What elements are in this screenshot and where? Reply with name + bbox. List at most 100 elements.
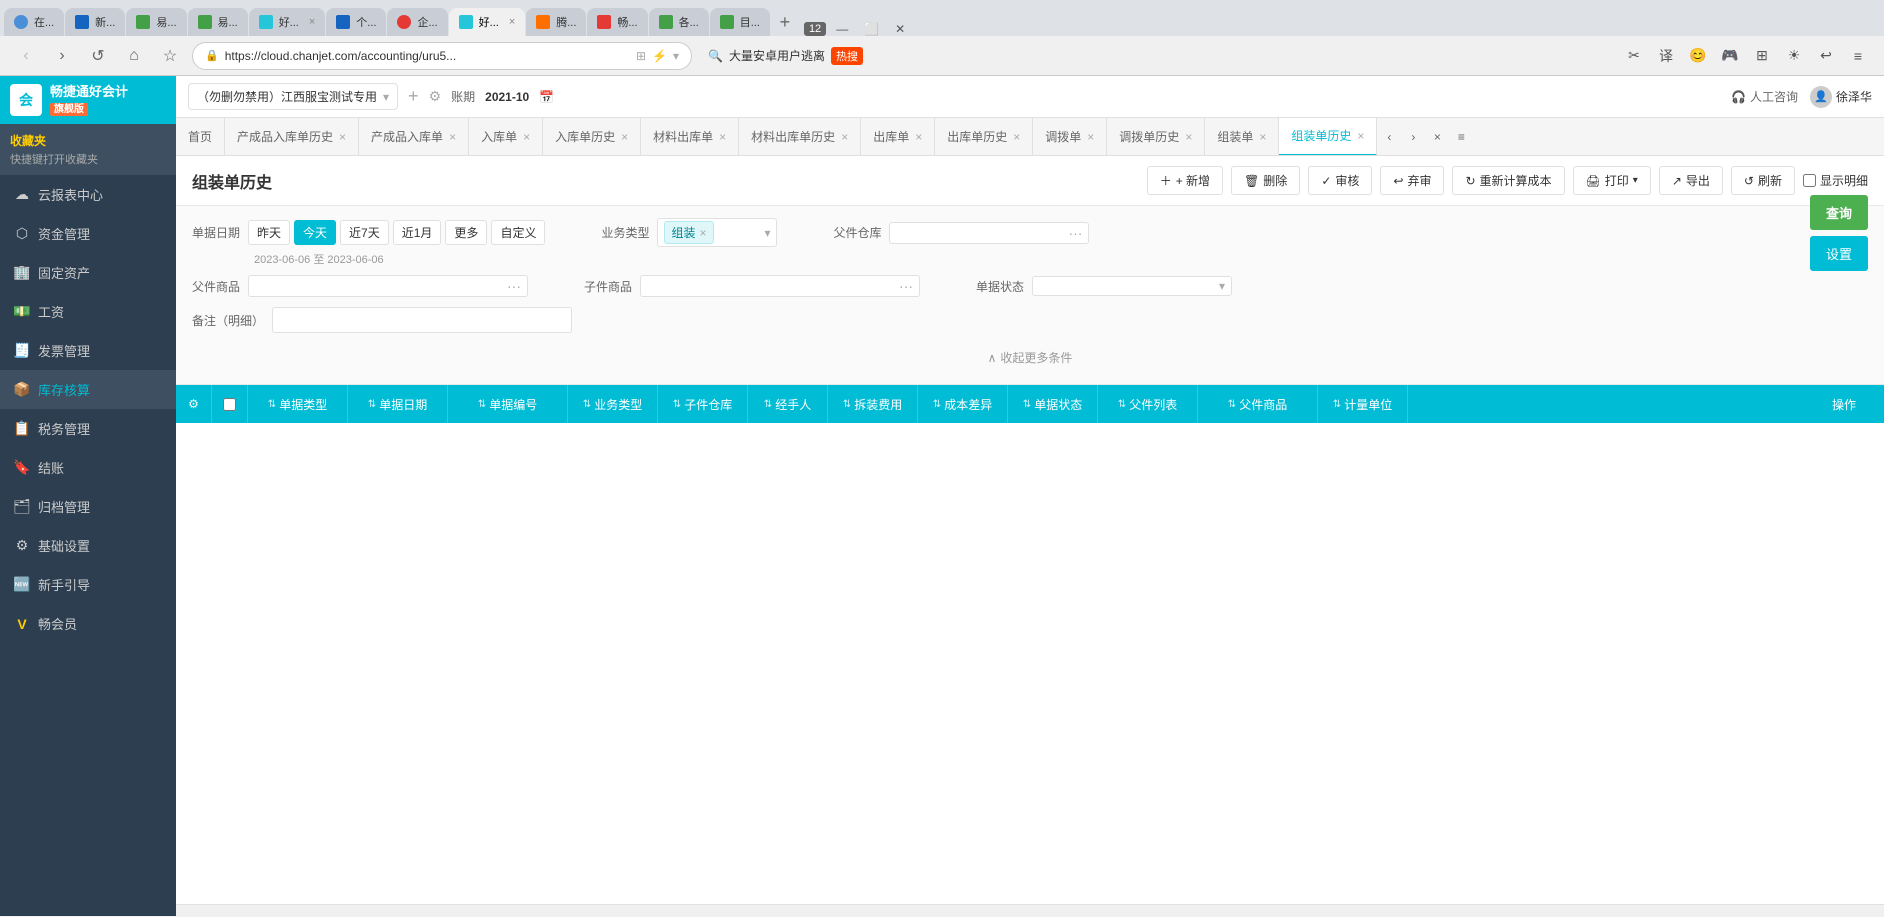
page-tab-zzd[interactable]: 组装单 × <box>1205 118 1279 156</box>
sidebar-favorites[interactable]: 收藏夹 快捷键打开收藏夹 <box>0 124 176 175</box>
refresh-button[interactable]: ↺ 刷新 <box>1731 166 1795 195</box>
support-button[interactable]: 🎧 人工咨询 <box>1731 88 1798 105</box>
add-company-btn[interactable]: + <box>408 86 419 107</box>
tab-zzd-history-close[interactable]: × <box>1357 129 1364 143</box>
emoji-icon[interactable]: 😊 <box>1684 42 1712 70</box>
tab-close-all-button[interactable]: × <box>1425 118 1449 156</box>
bottom-scrollbar[interactable] <box>176 904 1884 916</box>
nav-item-tax[interactable]: 📋 税务管理 <box>0 409 176 448</box>
th-sub-warehouse[interactable]: ⇅ 子件仓库 <box>658 385 748 423</box>
parent-goods-more[interactable]: ··· <box>507 278 521 294</box>
grid-icon[interactable]: ⊞ <box>1748 42 1776 70</box>
settings-gear-icon[interactable]: ⚙ <box>429 88 442 105</box>
th-handler[interactable]: ⇅ 经手人 <box>748 385 828 423</box>
tab-dbd-history-close[interactable]: × <box>1185 130 1192 144</box>
nav-item-cloud-report[interactable]: ☁ 云报表中心 <box>0 175 176 214</box>
page-tab-rkd-history[interactable]: 入库单历史 × <box>543 118 641 156</box>
tab-pcrkd-history-close[interactable]: × <box>339 130 346 144</box>
forward-button[interactable]: › <box>48 42 76 70</box>
company-selector[interactable]: （勿删勿禁用）江西服宝测试专用 ▾ <box>188 83 398 110</box>
page-tab-dbd-history[interactable]: 调拨单历史 × <box>1107 118 1205 156</box>
tab-zzd-close[interactable]: × <box>1259 130 1266 144</box>
biztype-dropdown[interactable]: ▾ <box>764 226 770 240</box>
page-tab-pcrkd-history[interactable]: 产成品入库单历史 × <box>225 118 359 156</box>
th-biztype[interactable]: ⇅ 业务类型 <box>568 385 658 423</box>
tab-5-close[interactable]: × <box>309 16 315 28</box>
abandon-button[interactable]: ↩ 弃审 <box>1380 166 1444 195</box>
window-control-maximize[interactable]: ⬜ <box>858 22 885 36</box>
tab-1[interactable]: 在... <box>4 8 64 36</box>
tab-4[interactable]: 易... <box>188 8 248 36</box>
tab-rkd-history-close[interactable]: × <box>621 130 628 144</box>
nav-item-guide[interactable]: 🆕 新手引导 <box>0 565 176 604</box>
date-btn-custom[interactable]: 自定义 <box>491 220 545 245</box>
add-button[interactable]: ＋ + 新增 <box>1147 166 1223 195</box>
page-tab-zzd-history[interactable]: 组装单历史 × <box>1279 118 1377 156</box>
query-button[interactable]: 查询 <box>1810 195 1868 230</box>
bill-status-selector[interactable]: ▾ <box>1032 276 1232 296</box>
page-tab-rkd[interactable]: 入库单 × <box>469 118 543 156</box>
nav-item-salary[interactable]: 💵 工资 <box>0 292 176 331</box>
sun-icon[interactable]: ☀ <box>1780 42 1808 70</box>
translate-icon[interactable]: 译 <box>1652 42 1680 70</box>
note-input[interactable] <box>272 307 572 333</box>
sub-goods-selector[interactable]: ··· <box>640 275 920 297</box>
qr-icon[interactable]: ⊞ <box>636 49 646 63</box>
th-cost-diff[interactable]: ⇅ 成本差异 <box>918 385 1008 423</box>
new-tab-button[interactable]: + <box>771 8 799 36</box>
tab-dbd-close[interactable]: × <box>1087 130 1094 144</box>
page-tab-ckd[interactable]: 出库单 × <box>861 118 935 156</box>
tab-10[interactable]: 畅... <box>587 8 647 36</box>
page-tab-dbd[interactable]: 调拨单 × <box>1033 118 1107 156</box>
tab-ckd-close[interactable]: × <box>915 130 922 144</box>
url-bar[interactable]: 🔒 https://cloud.chanjet.com/accounting/u… <box>192 42 692 70</box>
tab-8[interactable]: 好... × <box>449 8 526 36</box>
tab-3[interactable]: 易... <box>126 8 186 36</box>
tab-2[interactable]: 新... <box>65 8 125 36</box>
tab-menu-button[interactable]: ≡ <box>1449 118 1473 156</box>
tab-rkd-close[interactable]: × <box>523 130 530 144</box>
th-number[interactable]: ⇅ 单据编号 <box>448 385 568 423</box>
tab-8-close[interactable]: × <box>509 16 515 28</box>
sub-goods-more[interactable]: ··· <box>899 278 913 294</box>
parent-goods-selector[interactable]: ··· <box>248 275 528 297</box>
parent-warehouse-selector[interactable]: ··· <box>889 222 1089 244</box>
th-parent-goods[interactable]: ⇅ 父件商品 <box>1198 385 1318 423</box>
page-tab-ckd-history[interactable]: 出库单历史 × <box>935 118 1033 156</box>
tab-11[interactable]: 各... <box>649 8 709 36</box>
th-parent-list[interactable]: ⇅ 父件列表 <box>1098 385 1198 423</box>
menu-icon[interactable]: ≡ <box>1844 42 1872 70</box>
tab-prev-button[interactable]: ‹ <box>1377 118 1401 156</box>
tab-clckd-history-close[interactable]: × <box>841 130 848 144</box>
nav-item-settings[interactable]: ⚙ 基础设置 <box>0 526 176 565</box>
tab-9[interactable]: 腾... <box>526 8 586 36</box>
game-icon[interactable]: 🎮 <box>1716 42 1744 70</box>
th-unit[interactable]: ⇅ 计量单位 <box>1318 385 1408 423</box>
date-btn-more[interactable]: 更多 <box>445 220 487 245</box>
tab-ckd-history-close[interactable]: × <box>1013 130 1020 144</box>
show-detail-input[interactable] <box>1803 174 1816 187</box>
parent-warehouse-more[interactable]: ··· <box>1068 225 1082 241</box>
nav-item-settlement[interactable]: 🔖 结账 <box>0 448 176 487</box>
date-btn-1month[interactable]: 近1月 <box>393 220 442 245</box>
delete-button[interactable]: 🗑 删除 <box>1231 166 1300 195</box>
export-button[interactable]: ↗ 导出 <box>1659 166 1723 195</box>
approve-button[interactable]: ✓ 审核 <box>1308 166 1372 195</box>
tab-6[interactable]: 个... <box>326 8 386 36</box>
tab-5[interactable]: 好... × <box>249 8 326 36</box>
page-tab-clckd[interactable]: 材料出库单 × <box>641 118 739 156</box>
calendar-icon[interactable]: 📅 <box>539 90 554 104</box>
tab-12[interactable]: 目... <box>710 8 770 36</box>
tab-next-button[interactable]: › <box>1401 118 1425 156</box>
nav-item-member[interactable]: V 畅会员 <box>0 604 176 643</box>
nav-item-archive[interactable]: 🗂 归档管理 <box>0 487 176 526</box>
collapse-button[interactable]: ∧ 收起更多条件 <box>982 343 1079 372</box>
select-all-checkbox[interactable] <box>223 398 236 411</box>
lightning-icon[interactable]: ⚡ <box>652 49 667 63</box>
th-bill-status[interactable]: ⇅ 单据状态 <box>1008 385 1098 423</box>
date-btn-today[interactable]: 今天 <box>294 220 336 245</box>
nav-item-fixed-assets[interactable]: 🏢 固定资产 <box>0 253 176 292</box>
date-btn-yesterday[interactable]: 昨天 <box>248 220 290 245</box>
th-disassemble-fee[interactable]: ⇅ 拆装费用 <box>828 385 918 423</box>
biztype-tag-remove[interactable]: × <box>699 226 706 240</box>
